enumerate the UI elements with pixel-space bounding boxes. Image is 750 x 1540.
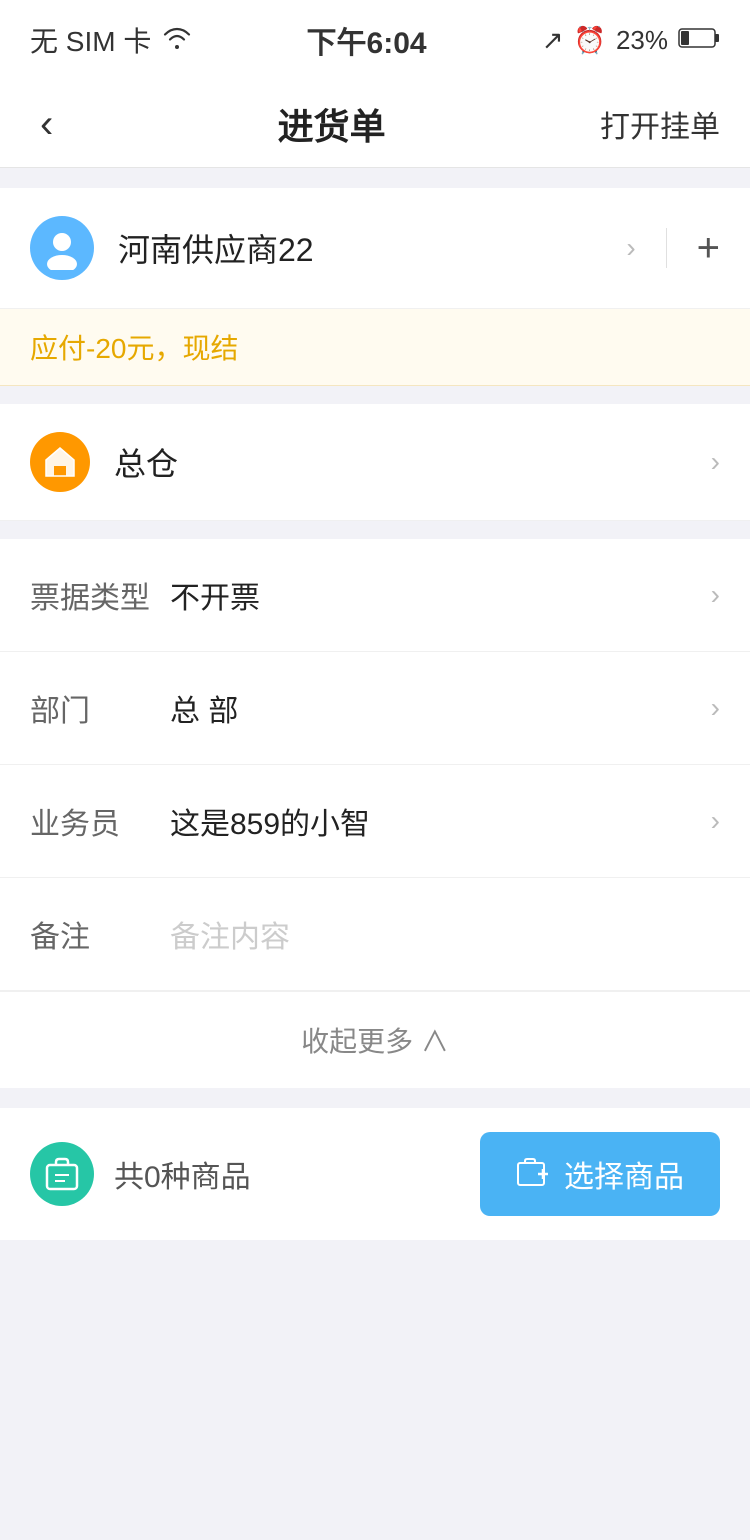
form-row-remark[interactable]: 备注 备注内容: [0, 878, 750, 991]
battery-icon: [678, 25, 720, 56]
product-bar: 共0种商品 选择商品: [0, 1108, 750, 1240]
select-product-icon: [516, 1157, 550, 1191]
salesperson-value: 这是859的小智: [160, 799, 711, 843]
salesperson-label: 业务员: [30, 799, 160, 843]
select-product-label: 选择商品: [564, 1152, 684, 1196]
product-icon-wrap: [30, 1142, 94, 1206]
add-supplier-button[interactable]: +: [697, 226, 720, 271]
invoice-label: 票据类型: [30, 573, 160, 617]
form-row-invoice[interactable]: 票据类型 不开票 ›: [0, 539, 750, 652]
department-value: 总 部: [160, 686, 711, 730]
status-right: ↗ ⏰ 23%: [542, 25, 720, 56]
open-pending-button[interactable]: 打开挂单: [600, 102, 720, 146]
user-icon: [40, 226, 84, 270]
notice-bar: 应付-20元，现结: [0, 309, 750, 386]
wifi-icon: [163, 24, 191, 56]
warehouse-icon: [42, 444, 78, 480]
supplier-row[interactable]: 河南供应商22 › +: [0, 188, 750, 309]
collapse-text: 收起更多 ∧: [301, 1020, 449, 1060]
status-bar: 无 SIM 卡 下午6:04 ↗ ⏰ 23%: [0, 0, 750, 80]
department-chevron-icon: ›: [711, 692, 720, 724]
status-left: 无 SIM 卡: [30, 20, 191, 60]
page-rest: [0, 1240, 750, 1540]
supplier-card: 河南供应商22 › + 应付-20元，现结: [0, 188, 750, 386]
form-row-salesperson[interactable]: 业务员 这是859的小智 ›: [0, 765, 750, 878]
form-section: 票据类型 不开票 › 部门 总 部 › 业务员 这是859的小智 › 备注 备注…: [0, 539, 750, 1088]
divider: [666, 228, 667, 268]
page-title: 进货单: [278, 98, 386, 150]
select-product-button[interactable]: 选择商品: [480, 1132, 720, 1216]
signal-text: 无 SIM 卡: [30, 20, 151, 60]
invoice-value: 不开票: [160, 573, 711, 617]
salesperson-chevron-icon: ›: [711, 805, 720, 837]
back-button[interactable]: ‹: [30, 94, 63, 154]
supplier-avatar: [30, 216, 94, 280]
department-label: 部门: [30, 686, 160, 730]
remark-label: 备注: [30, 912, 160, 956]
product-count: 共0种商品: [114, 1152, 251, 1196]
remark-input[interactable]: 备注内容: [160, 912, 720, 956]
status-time: 下午6:04: [307, 18, 427, 62]
battery-text: 23%: [616, 25, 668, 56]
warehouse-row[interactable]: 总仓 ›: [0, 404, 750, 521]
warehouse-chevron-icon: ›: [711, 446, 720, 478]
supplier-chevron-icon: ›: [626, 232, 635, 264]
warehouse-name: 总仓: [114, 439, 711, 485]
section-gap-2: [0, 386, 750, 404]
product-left: 共0种商品: [30, 1142, 251, 1206]
nav-bar: ‹ 进货单 打开挂单: [0, 80, 750, 168]
section-gap-1: [0, 168, 750, 188]
warehouse-card: 总仓 ›: [0, 404, 750, 521]
section-gap-4: [0, 1088, 750, 1108]
collapse-button[interactable]: 收起更多 ∧: [0, 991, 750, 1088]
location-icon: ↗: [542, 25, 564, 56]
section-gap-3: [0, 521, 750, 539]
alarm-icon: ⏰: [574, 25, 606, 56]
form-row-department[interactable]: 部门 总 部 ›: [0, 652, 750, 765]
warehouse-icon-wrap: [30, 432, 90, 492]
invoice-chevron-icon: ›: [711, 579, 720, 611]
supplier-name: 河南供应商22: [118, 225, 626, 271]
product-icon: [43, 1155, 81, 1193]
